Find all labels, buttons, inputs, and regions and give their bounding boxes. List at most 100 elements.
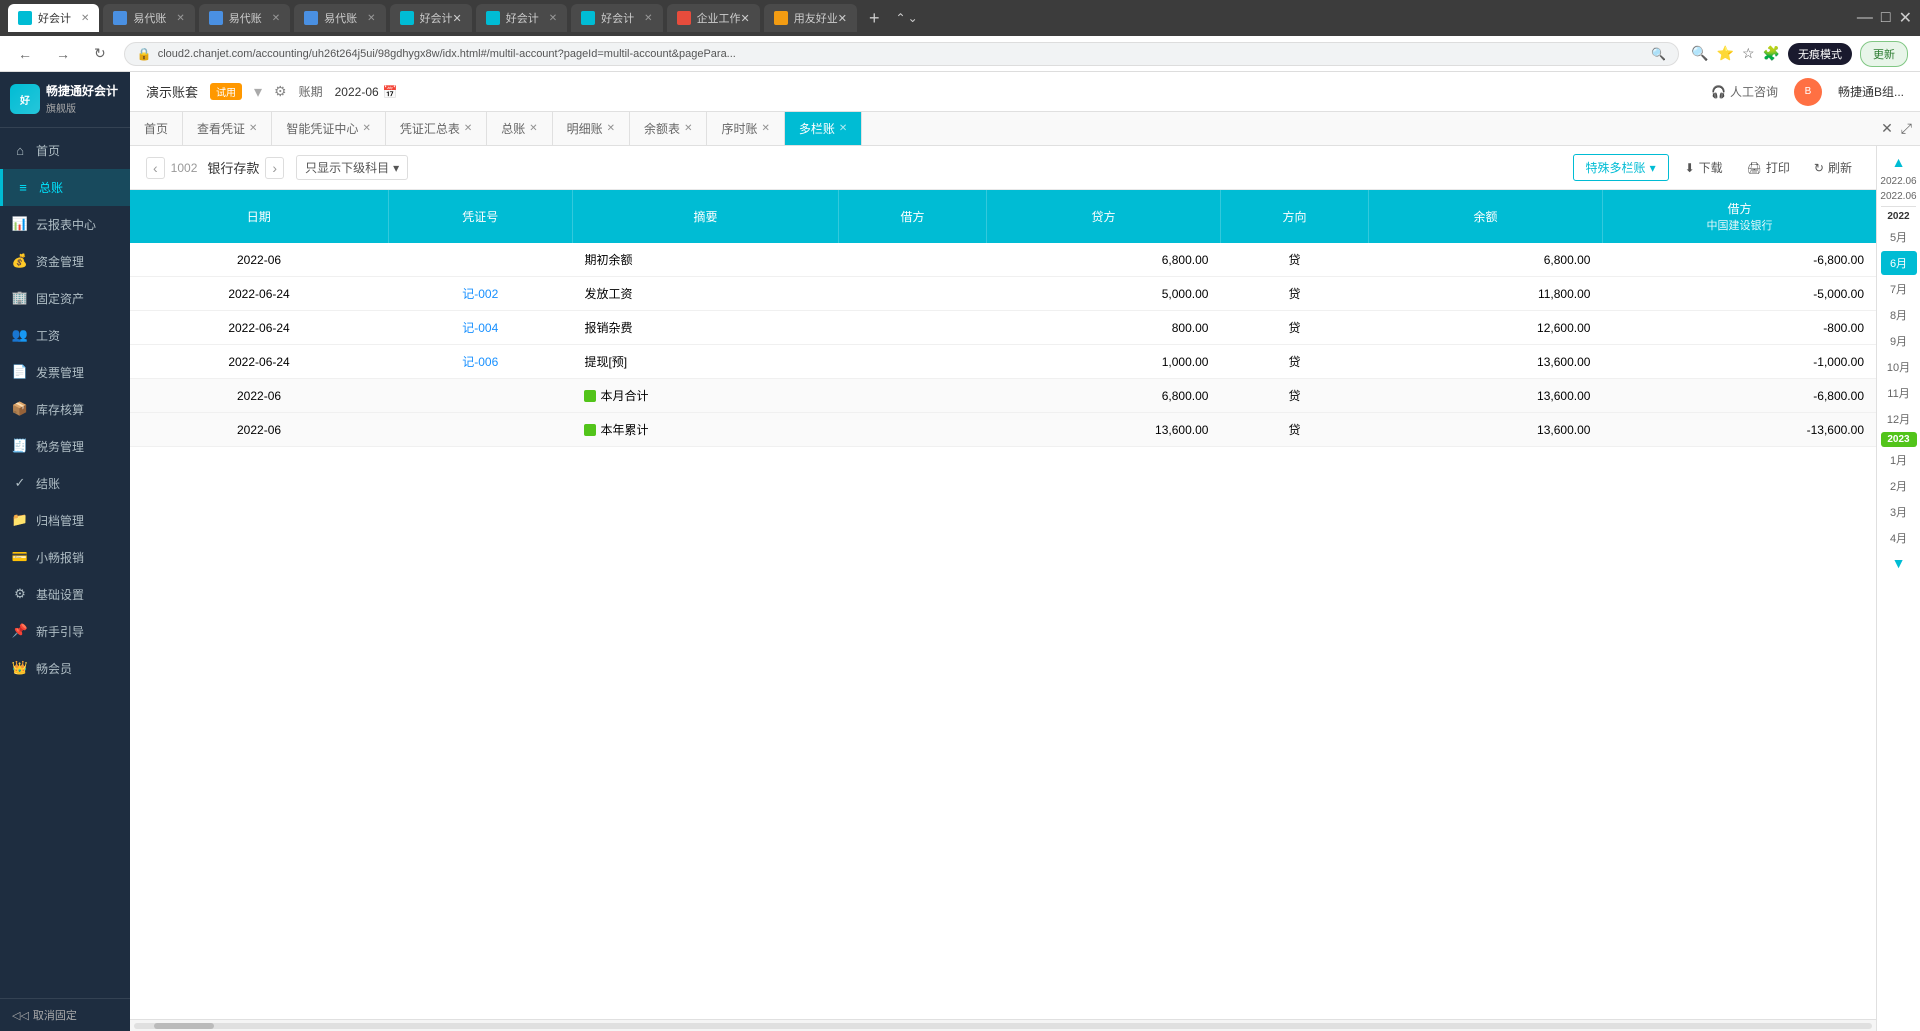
forward-button[interactable]: → <box>50 42 76 66</box>
tab-close-icon[interactable]: ✕ <box>607 123 615 134</box>
scroll-thumb[interactable] <box>154 1023 214 1029</box>
tab-close-icon[interactable]: ✕ <box>644 13 652 24</box>
page-tab-detail-ledger[interactable]: 明细账 ✕ <box>553 112 630 145</box>
calendar-month-2023-1[interactable]: 1月 <box>1881 448 1917 472</box>
calendar-month-12[interactable]: 12月 <box>1881 407 1917 431</box>
tab-2[interactable]: 易代账 ✕ <box>199 4 290 32</box>
page-tab-smart-voucher[interactable]: 智能凭证中心 ✕ <box>272 112 385 145</box>
voucher-cell[interactable]: 记-002 <box>388 277 572 311</box>
sidebar-item-fund[interactable]: 💰 资金管理 <box>0 243 130 280</box>
tab-close-icon[interactable]: ✕ <box>684 123 692 134</box>
tab-1[interactable]: 易代账 ✕ <box>103 4 194 32</box>
period-value: 2022-06 📅 <box>335 85 398 99</box>
collapse-icon[interactable]: ✕ <box>1881 120 1893 137</box>
page-tab-voucher-summary[interactable]: 凭证汇总表 ✕ <box>386 112 487 145</box>
tab-active[interactable]: 好会计 ✕ <box>8 4 99 32</box>
sidebar-item-tax[interactable]: 🧾 税务管理 <box>0 428 130 465</box>
sidebar-item-close[interactable]: ✓ 结账 <box>0 465 130 502</box>
sidebar-menu: ⌂ 首页 ≡ 总账 📊 云报表中心 💰 资金管理 🏢 固定资产 👥 工资 <box>0 128 130 998</box>
calendar-month-2023-4[interactable]: 4月 <box>1881 526 1917 550</box>
print-button[interactable]: 🖨 打印 <box>1739 155 1798 180</box>
page-tab-voucher[interactable]: 查看凭证 ✕ <box>183 112 272 145</box>
tab-7[interactable]: 企业工作✕ <box>667 4 760 32</box>
calendar-month-5[interactable]: 5月 <box>1881 225 1917 249</box>
sidebar-item-report[interactable]: 📊 云报表中心 <box>0 206 130 243</box>
filter-dropdown[interactable]: 只显示下级科目 ▾ <box>296 155 408 180</box>
extension-icon[interactable]: 🔍 <box>1691 45 1708 62</box>
sidebar-item-asset[interactable]: 🏢 固定资产 <box>0 280 130 317</box>
expand-icon[interactable]: ⤢ <box>1901 120 1912 137</box>
update-button[interactable]: 更新 <box>1860 41 1908 67</box>
bookmark-icon[interactable]: ☆ <box>1742 45 1755 62</box>
consult-button[interactable]: 🎧 人工咨询 <box>1711 83 1778 100</box>
calendar-month-2023-3[interactable]: 3月 <box>1881 500 1917 524</box>
tab-close-icon[interactable]: ✕ <box>176 13 184 24</box>
tab-8[interactable]: 用友好业✕ <box>764 4 857 32</box>
voucher-cell[interactable]: 记-004 <box>388 311 572 345</box>
sidebar-item-archive[interactable]: 📁 归档管理 <box>0 502 130 539</box>
calendar-month-11[interactable]: 11月 <box>1881 381 1917 405</box>
sidebar-logo: 好 畅捷通好会计 旗舰版 <box>0 72 130 128</box>
sidebar-item-home[interactable]: ⌂ 首页 <box>0 132 130 169</box>
extensions-icon[interactable]: 🧩 <box>1763 45 1780 62</box>
calendar-month-9[interactable]: 9月 <box>1881 329 1917 353</box>
calendar-month-7[interactable]: 7月 <box>1881 277 1917 301</box>
tab-close-icon[interactable]: ✕ <box>81 13 89 24</box>
tab-close-icon[interactable]: ✕ <box>839 123 847 134</box>
calendar-scroll-down[interactable]: ▼ <box>1888 551 1910 575</box>
page-tab-home[interactable]: 首页 <box>130 112 183 145</box>
profile-icon[interactable]: ⭐ <box>1717 45 1734 62</box>
sidebar-item-settings[interactable]: ⚙ 基础设置 <box>0 576 130 613</box>
sidebar-item-inventory[interactable]: 📦 库存核算 <box>0 391 130 428</box>
url-bar[interactable]: 🔒 cloud2.chanjet.com/accounting/uh26t264… <box>124 42 1679 66</box>
download-button[interactable]: ⬇ 下载 <box>1677 155 1731 180</box>
tab-5[interactable]: 好会计 ✕ <box>476 4 567 32</box>
tab-3[interactable]: 易代账 ✕ <box>294 4 385 32</box>
sidebar-item-invoice[interactable]: 📄 发票管理 <box>0 354 130 391</box>
calendar-month-2023-2[interactable]: 2月 <box>1881 474 1917 498</box>
refresh-button[interactable]: ↻ <box>88 41 112 66</box>
tab-close-icon[interactable]: ✕ <box>464 123 472 134</box>
horizontal-scrollbar[interactable] <box>130 1019 1876 1031</box>
sidebar-item-member[interactable]: 👑 畅会员 <box>0 650 130 687</box>
tab-close-icon[interactable]: ✕ <box>549 13 557 24</box>
prev-account-button[interactable]: ‹ <box>146 157 165 179</box>
settings-gear-icon[interactable]: ⚙ <box>274 83 287 100</box>
incognito-button[interactable]: 无痕模式 <box>1788 43 1852 65</box>
calendar-month-6[interactable]: 6月 <box>1881 251 1917 275</box>
unpin-button[interactable]: ◁◁ 取消固定 <box>12 1007 118 1023</box>
tab-close-icon[interactable]: ✕ <box>249 123 257 134</box>
back-button[interactable]: ← <box>12 42 38 66</box>
tab-label: 好会计 <box>506 10 539 26</box>
close-button[interactable]: ✕ <box>1899 8 1912 28</box>
calendar-month-8[interactable]: 8月 <box>1881 303 1917 327</box>
tab-nav-prev[interactable]: ⌃ <box>896 11 906 25</box>
page-tab-multi-column[interactable]: 多栏账 ✕ <box>785 112 862 145</box>
sidebar-item-payroll[interactable]: 👥 工资 <box>0 317 130 354</box>
page-tab-journal[interactable]: 序时账 ✕ <box>707 112 784 145</box>
calendar-icon[interactable]: 📅 <box>383 85 398 99</box>
tab-4[interactable]: 好会计✕ <box>390 4 472 32</box>
voucher-cell[interactable]: 记-006 <box>388 345 572 379</box>
special-multi-column-button[interactable]: 特殊多栏账 ▾ <box>1573 154 1669 181</box>
dropdown-icon[interactable]: ▾ <box>254 82 262 102</box>
tab-close-icon[interactable]: ✕ <box>367 13 375 24</box>
tab-close-icon[interactable]: ✕ <box>761 123 769 134</box>
refresh-button[interactable]: ↻ 刷新 <box>1806 155 1860 180</box>
calendar-month-10[interactable]: 10月 <box>1881 355 1917 379</box>
page-tab-general-ledger[interactable]: 总账 ✕ <box>487 112 552 145</box>
tab-6[interactable]: 好会计 ✕ <box>571 4 662 32</box>
tab-close-icon[interactable]: ✕ <box>529 123 537 134</box>
tab-close-icon[interactable]: ✕ <box>272 13 280 24</box>
sidebar-item-ledger[interactable]: ≡ 总账 <box>0 169 130 206</box>
maximize-button[interactable]: □ <box>1881 9 1891 27</box>
sidebar-item-guide[interactable]: 📌 新手引导 <box>0 613 130 650</box>
page-tab-balance[interactable]: 余额表 ✕ <box>630 112 707 145</box>
calendar-scroll-up[interactable]: ▲ <box>1888 150 1910 174</box>
next-account-button[interactable]: › <box>265 157 284 179</box>
sidebar-item-expense[interactable]: 💳 小畅报销 <box>0 539 130 576</box>
tab-nav-next[interactable]: ⌄ <box>908 11 918 25</box>
new-tab-button[interactable]: + <box>861 8 888 29</box>
tab-close-icon[interactable]: ✕ <box>362 123 370 134</box>
minimize-button[interactable]: — <box>1857 9 1873 27</box>
